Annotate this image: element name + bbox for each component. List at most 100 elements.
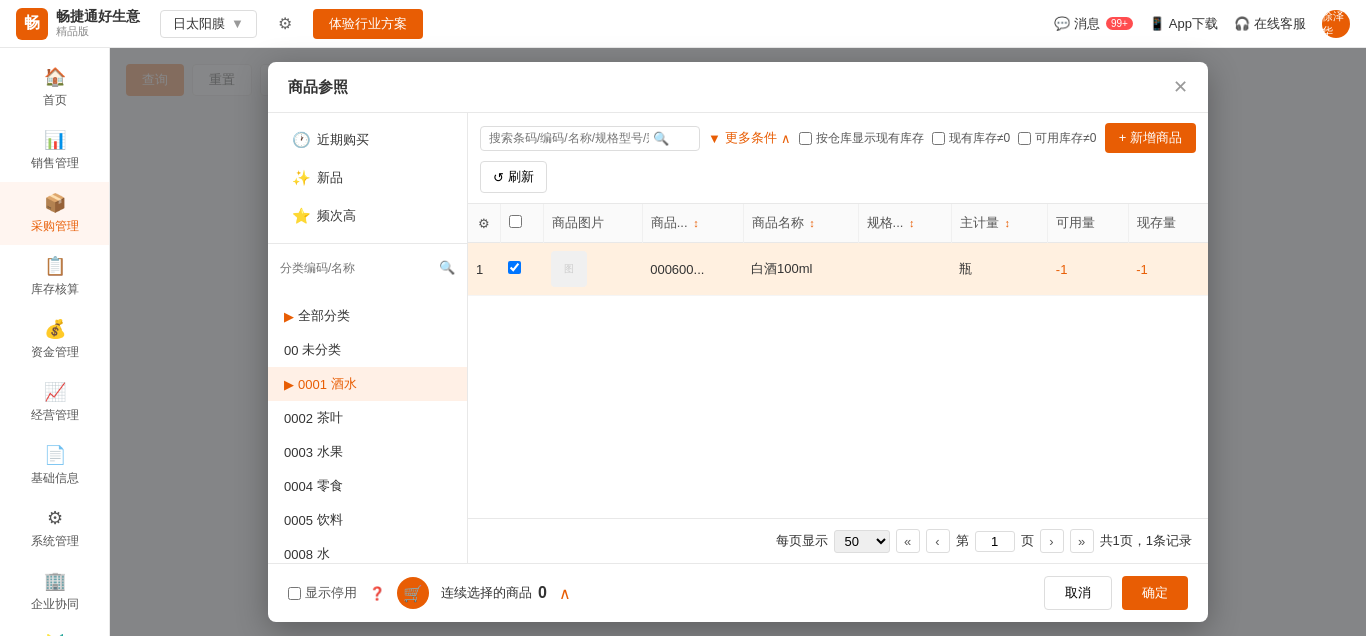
sort-name-icon: ↕	[809, 217, 815, 229]
available-nonzero-checkbox[interactable]: 可用库存≠0	[1018, 130, 1096, 147]
logo-area: 畅 畅捷通好生意 精品版	[16, 8, 140, 40]
app-download-item[interactable]: 📱 App下载	[1149, 15, 1218, 33]
col-code[interactable]: 商品... ↕	[642, 204, 743, 243]
collapse-icon[interactable]: ∧	[559, 584, 571, 603]
row-image: 图	[543, 243, 642, 296]
enterprise-icon: 🏢	[44, 570, 66, 592]
refresh-icon: ↺	[493, 170, 504, 185]
pagination: 每页显示 50 100 « ‹ 第	[468, 518, 1208, 563]
sidebar-item-finance[interactable]: 💰 资金管理	[0, 308, 109, 371]
sales-icon: 📊	[44, 129, 66, 151]
category-0002[interactable]: 0002 茶叶	[268, 401, 467, 435]
col-image: 商品图片	[543, 204, 642, 243]
nav-right: 💬 消息 99+ 📱 App下载 🎧 在线客服 徐泽华	[1054, 10, 1350, 38]
category-0001[interactable]: ▶ 0001 酒水	[268, 367, 467, 401]
table-row[interactable]: 1 图 000600... 白酒100ml	[468, 243, 1208, 296]
sidebar-item-inventory[interactable]: 📋 库存核算	[0, 245, 109, 308]
branch-dropdown[interactable]: 日太阳膜 ▼	[160, 10, 257, 38]
per-page-select[interactable]: 50 100	[834, 530, 890, 553]
recent-purchase-item[interactable]: 🕐 近期购买	[280, 123, 455, 157]
trial-button[interactable]: 体验行业方案	[313, 9, 423, 39]
inventory-icon: 📋	[44, 255, 66, 277]
new-icon: ✨	[292, 169, 311, 187]
sidebar-item-home[interactable]: 🏠 首页	[0, 56, 109, 119]
basic-icon: 📄	[44, 444, 66, 466]
select-all-checkbox[interactable]	[509, 215, 522, 228]
col-name[interactable]: 商品名称 ↕	[743, 204, 858, 243]
modal-close-button[interactable]: ✕	[1173, 76, 1188, 98]
sidebar: 🏠 首页 📊 销售管理 📦 采购管理 📋 库存核算 💰 资金管理 📈 经营管理 …	[0, 48, 110, 636]
prev-page-button[interactable]: ‹	[926, 529, 950, 553]
sort-code-icon: ↕	[693, 217, 699, 229]
footer-actions: 取消 确定	[1044, 576, 1188, 610]
category-00[interactable]: 00 未分类	[268, 333, 467, 367]
sidebar-item-sales[interactable]: 📊 销售管理	[0, 119, 109, 182]
sort-spec-icon: ↕	[909, 217, 915, 229]
content-area: 查询 重置 刷新 商品参照 ✕ 🕐	[110, 48, 1366, 636]
clock-icon: 🕐	[292, 131, 311, 149]
product-search-input[interactable]	[489, 131, 649, 145]
refresh-button[interactable]: ↺ 刷新	[480, 161, 547, 193]
online-service-item[interactable]: 🎧 在线客服	[1234, 15, 1306, 33]
more-filter-button[interactable]: ▼ 更多条件 ∧	[708, 129, 791, 147]
left-panel-top: 🕐 近期购买 ✨ 新品 ⭐ 频次高	[268, 113, 467, 244]
star-icon: ⭐	[292, 207, 311, 225]
sidebar-item-system[interactable]: ⚙ 系统管理	[0, 497, 109, 560]
col-available: 可用量	[1048, 204, 1128, 243]
sidebar-item-basic[interactable]: 📄 基础信息	[0, 434, 109, 497]
category-all[interactable]: ▶ 全部分类	[268, 299, 467, 333]
modal-footer: 显示停用 ❓ 🛒 连续选择的商品 0 ∧ 取消 确定	[268, 563, 1208, 622]
settings-icon[interactable]: ⚙	[269, 8, 301, 40]
help-icon[interactable]: ❓	[369, 586, 385, 601]
category-0005[interactable]: 0005 饮料	[268, 503, 467, 537]
category-search-input[interactable]	[280, 261, 433, 275]
first-page-button[interactable]: «	[896, 529, 920, 553]
col-unit[interactable]: 主计量 ↕	[951, 204, 1047, 243]
col-settings[interactable]: ⚙	[468, 204, 500, 243]
product-table: ⚙ 商品图片 商品...	[468, 204, 1208, 296]
category-search: 🔍	[268, 252, 467, 283]
cart-icon[interactable]: 🛒	[397, 577, 429, 609]
row-checkbox[interactable]	[500, 243, 543, 296]
sidebar-item-operation[interactable]: 📈 经营管理	[0, 371, 109, 434]
category-0003[interactable]: 0003 水果	[268, 435, 467, 469]
confirm-button[interactable]: 确定	[1122, 576, 1188, 610]
col-spec[interactable]: 规格... ↕	[858, 204, 951, 243]
last-page-button[interactable]: »	[1070, 529, 1094, 553]
selected-info: 连续选择的商品 0	[441, 584, 547, 602]
expand-icon: ▶	[284, 309, 294, 324]
operation-icon: 📈	[44, 381, 66, 403]
logo-sub: 精品版	[56, 24, 140, 39]
category-0004[interactable]: 0004 零食	[268, 469, 467, 503]
new-product-item[interactable]: ✨ 新品	[280, 161, 455, 195]
search-bar: 🔍 ▼ 更多条件 ∧ 按仓库显示现有库存	[468, 113, 1208, 204]
filter-arrow-icon: ∧	[781, 131, 791, 146]
show-disabled-checkbox[interactable]: 显示停用	[288, 584, 357, 602]
sidebar-item-guide[interactable]: 🔰 新手引导	[0, 623, 109, 636]
purchase-icon: 📦	[44, 192, 66, 214]
search-input-wrap: 🔍	[480, 126, 700, 151]
sidebar-item-enterprise[interactable]: 🏢 企业协同	[0, 560, 109, 623]
headset-icon: 🎧	[1234, 16, 1250, 31]
row-spec	[858, 243, 951, 296]
messages-item[interactable]: 💬 消息 99+	[1054, 15, 1133, 33]
category-list: ▶ 全部分类 00 未分类 ▶ 0001 酒水	[268, 291, 467, 563]
page-number-input[interactable]	[975, 531, 1015, 552]
next-page-button[interactable]: ›	[1040, 529, 1064, 553]
modal-title: 商品参照	[288, 78, 348, 97]
search-icon[interactable]: 🔍	[653, 131, 669, 146]
top-nav: 畅 畅捷通好生意 精品版 日太阳膜 ▼ ⚙ 体验行业方案 💬 消息 99+ 📱 …	[0, 0, 1366, 48]
sort-unit-icon: ↕	[1005, 217, 1011, 229]
modal-overlay: 商品参照 ✕ 🕐 近期购买 ✨ 新	[110, 48, 1366, 636]
col-stock: 现存量	[1128, 204, 1208, 243]
cancel-button[interactable]: 取消	[1044, 576, 1112, 610]
warehouse-stock-checkbox[interactable]: 按仓库显示现有库存	[799, 130, 924, 147]
category-search-icon[interactable]: 🔍	[439, 260, 455, 275]
nonzero-stock-checkbox[interactable]: 现有库存≠0	[932, 130, 1010, 147]
add-product-button[interactable]: + 新增商品	[1105, 123, 1196, 153]
category-0008[interactable]: 0008 水	[268, 537, 467, 563]
frequent-item[interactable]: ⭐ 频次高	[280, 199, 455, 233]
user-item[interactable]: 徐泽华	[1322, 10, 1350, 38]
message-icon: 💬	[1054, 16, 1070, 31]
sidebar-item-purchase[interactable]: 📦 采购管理	[0, 182, 109, 245]
